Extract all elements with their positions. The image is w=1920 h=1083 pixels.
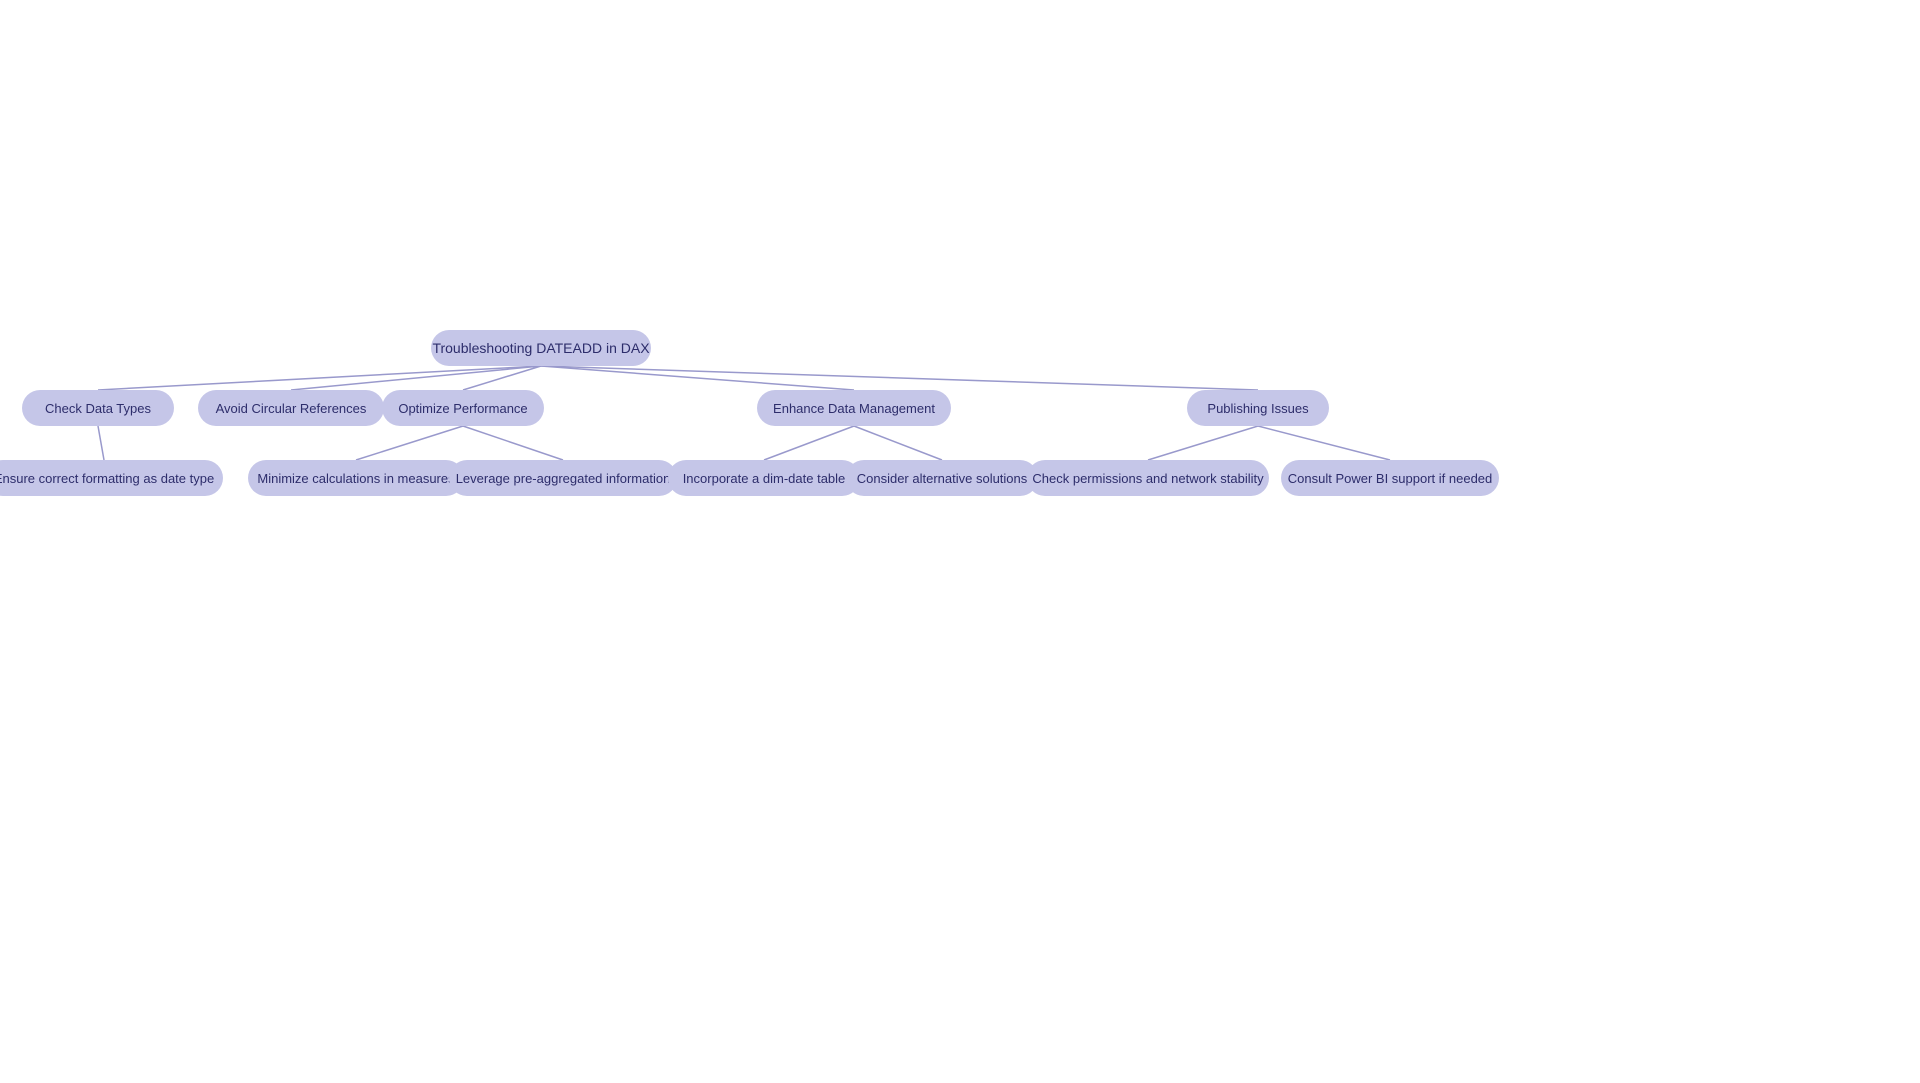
mindmap-node: Consult Power BI support if needed	[1281, 460, 1499, 496]
tree-diagram-svg	[0, 0, 1920, 1083]
mindmap-node: Check permissions and network stability	[1027, 460, 1269, 496]
mindmap-node: Minimize calculations in measures	[248, 460, 464, 496]
mindmap-node: Ensure correct formatting as date type	[0, 460, 223, 496]
mindmap-node: Consider alternative solutions	[846, 460, 1038, 496]
mindmap-node: Avoid Circular References	[198, 390, 384, 426]
mindmap-node: Optimize Performance	[382, 390, 544, 426]
mindmap-node: Troubleshooting DATEADD in DAX	[431, 330, 651, 366]
mindmap-node: Incorporate a dim-date table	[668, 460, 860, 496]
mindmap-node: Leverage pre-aggregated information	[449, 460, 677, 496]
mindmap-node: Publishing Issues	[1187, 390, 1329, 426]
mindmap-node: Enhance Data Management	[757, 390, 951, 426]
mindmap-node: Check Data Types	[22, 390, 174, 426]
